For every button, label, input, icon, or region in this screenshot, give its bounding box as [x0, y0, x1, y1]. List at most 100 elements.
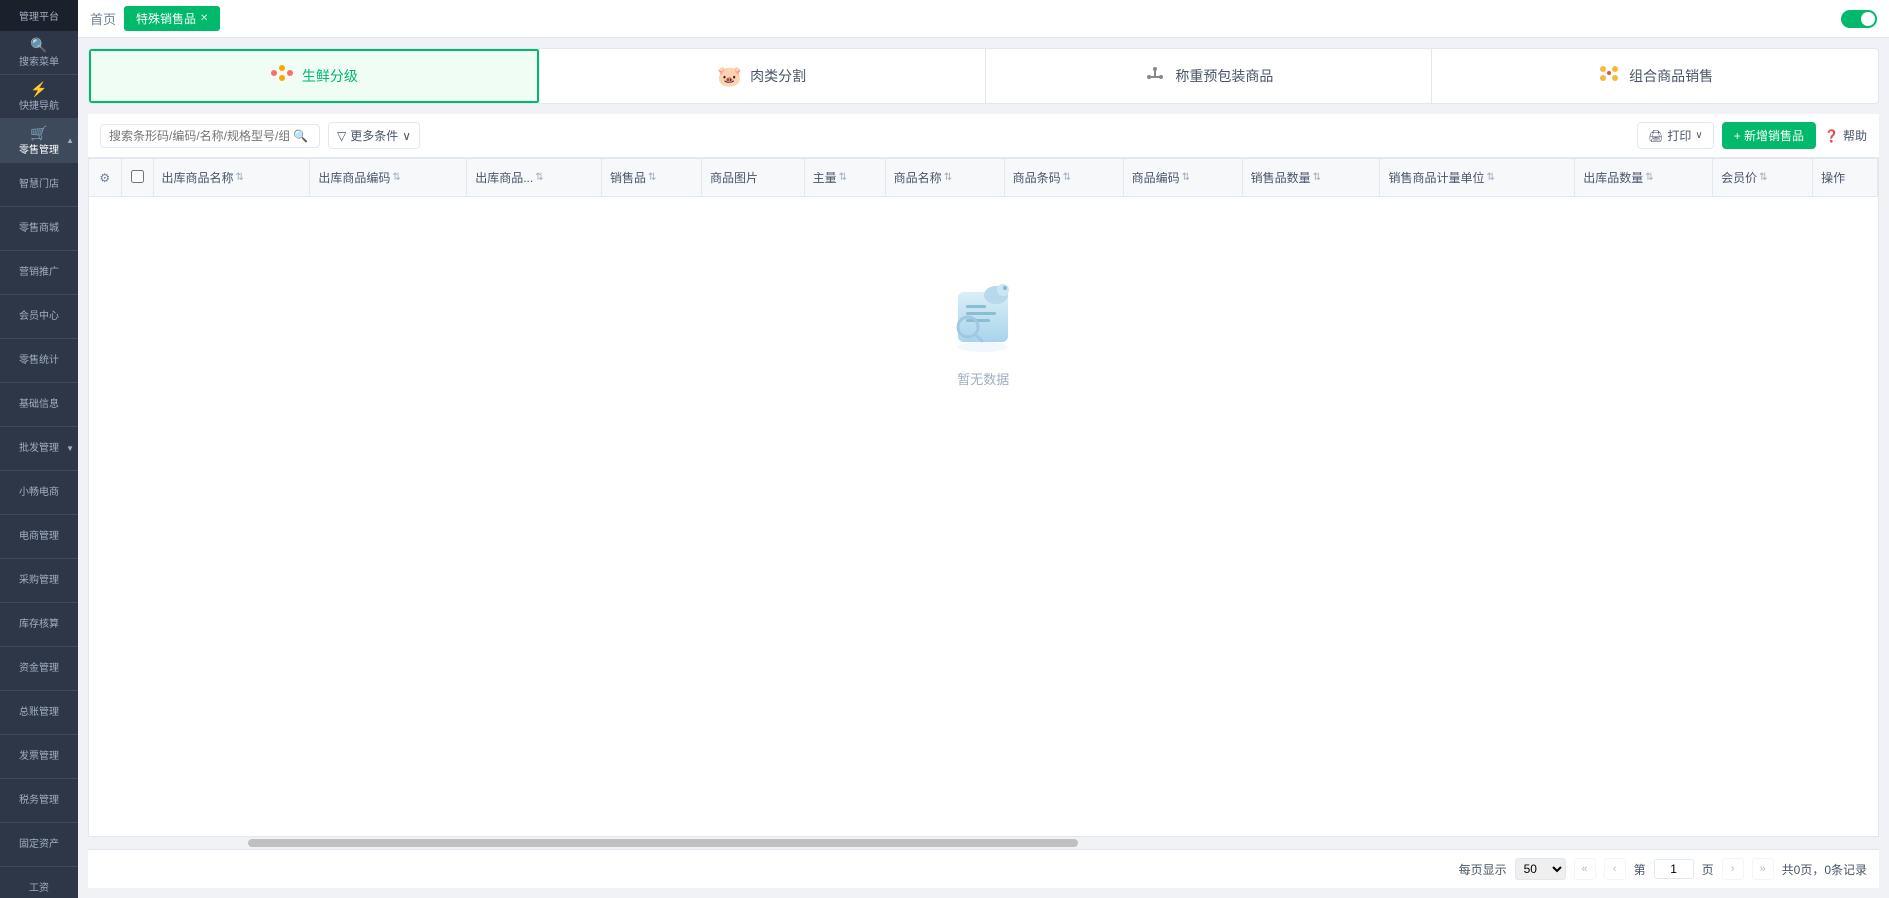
sidebar-item-search-menu[interactable]: 🔍 搜索菜单 [0, 31, 78, 75]
sidebar-item-fixed-assets[interactable]: 固定资产 [0, 823, 78, 867]
home-link[interactable]: 首页 [90, 9, 116, 28]
th-goods-code: 商品编码 ⇅ [1123, 159, 1242, 197]
sort-icon[interactable]: ⇅ [1759, 172, 1767, 183]
prev-page-button[interactable]: ‹ [1604, 858, 1626, 880]
add-sale-item-button[interactable]: + 新增销售品 [1722, 122, 1816, 149]
sort-icon[interactable]: ⇅ [1645, 172, 1653, 183]
sidebar-item-retail-mall[interactable]: 零售商城 [0, 207, 78, 251]
th-out-qty: 出库品数量 ⇅ [1575, 159, 1713, 197]
meat-cut-label: 肉类分割 [750, 66, 806, 86]
print-arrow-icon: ∨ [1695, 130, 1702, 141]
sort-icon[interactable]: ⇅ [535, 172, 543, 183]
last-page-button[interactable]: » [1752, 858, 1774, 880]
table-container: ⚙ 出库商品名称 ⇅ 出库商 [88, 158, 1879, 837]
th-sale-qty: 销售品数量 ⇅ [1242, 159, 1380, 197]
empty-text: 暂无数据 [957, 369, 1009, 388]
topbar: 首页 特殊销售品 ✕ [78, 0, 1889, 38]
topbar-right [1841, 10, 1877, 28]
th-settings[interactable]: ⚙ [89, 159, 121, 197]
empty-state-cell: 暂无数据 [89, 197, 1878, 469]
th-sale-goods: 销售品 ⇅ [601, 159, 701, 197]
tab-weigh-pack[interactable]: 称重预包装商品 [986, 49, 1433, 103]
toolbar: 🔍 ▽ 更多条件 ∨ 🖨 打印 ∨ + 新增销售品 ❓ 帮助 [88, 114, 1879, 158]
filter-button[interactable]: ▽ 更多条件 ∨ [328, 122, 420, 149]
empty-illustration [938, 277, 1028, 357]
toolbar-right: 🖨 打印 ∨ + 新增销售品 ❓ 帮助 [1637, 122, 1867, 149]
tab-fresh-grade[interactable]: 生鲜分级 [89, 49, 539, 103]
sidebar-item-wages[interactable]: 工资 [0, 867, 78, 898]
page-suffix: 页 [1702, 861, 1714, 878]
sidebar-item-retail-mgmt[interactable]: 🛒 零售管理 ▲ [0, 119, 78, 163]
th-goods-name: 商品名称 ⇅ [885, 159, 1004, 197]
scrollbar-thumb[interactable] [248, 839, 1078, 847]
sort-icon[interactable]: ⇅ [1313, 172, 1321, 183]
print-icon: 🖨 [1648, 129, 1663, 143]
help-button[interactable]: ❓ 帮助 [1824, 127, 1867, 144]
sidebar-item-invoice-mgmt[interactable]: 发票管理 [0, 735, 78, 779]
sidebar-item-ecom-mgmt[interactable]: 电商管理 [0, 515, 78, 559]
content-area: 生鲜分级 🐷 肉类分割 称重预包装商品 [78, 38, 1889, 898]
toggle-button[interactable] [1841, 10, 1877, 28]
page-input[interactable] [1654, 859, 1694, 879]
sort-icon[interactable]: ⇅ [236, 172, 244, 183]
print-button[interactable]: 🖨 打印 ∨ [1637, 122, 1714, 149]
sidebar-item-marketing[interactable]: 营销推广 [0, 251, 78, 295]
empty-state-row: 暂无数据 [89, 197, 1878, 469]
horizontal-scrollbar[interactable] [88, 837, 1879, 849]
first-page-icon: « [1582, 863, 1588, 875]
th-sale-unit: 销售商品计量单位 ⇅ [1380, 159, 1575, 197]
th-goods-barcode: 商品条码 ⇅ [1004, 159, 1123, 197]
sidebar-logo: 管理平台 [0, 0, 78, 31]
sidebar-item-smart-store[interactable]: 智慧门店 [0, 163, 78, 207]
select-all-checkbox[interactable] [131, 170, 144, 183]
fresh-grade-icon [270, 63, 294, 89]
sidebar-item-quick-nav[interactable]: ⚡ 快捷导航 [0, 75, 78, 119]
sidebar: 管理平台 🔍 搜索菜单 ⚡ 快捷导航 🛒 零售管理 ▲ 智慧门店 零售商城 营销… [0, 0, 78, 898]
table-settings-icon[interactable]: ⚙ [99, 171, 110, 185]
pagination: 每页显示 10 20 50 100 « ‹ 第 页 › » 共0页，0条记录 [88, 849, 1879, 888]
sidebar-item-retail-stats[interactable]: 零售统计 [0, 339, 78, 383]
next-page-button[interactable]: › [1722, 858, 1744, 880]
tab-label: 特殊销售品 [136, 10, 196, 27]
sort-icon[interactable]: ⇅ [648, 172, 656, 183]
first-page-button[interactable]: « [1574, 858, 1596, 880]
sidebar-item-tax-mgmt[interactable]: 税务管理 [0, 779, 78, 823]
search-input[interactable] [109, 129, 289, 143]
combo-label: 组合商品销售 [1629, 66, 1713, 86]
category-tabs: 生鲜分级 🐷 肉类分割 称重预包装商品 [88, 48, 1879, 104]
sort-icon[interactable]: ⇅ [839, 172, 847, 183]
help-icon: ❓ [1824, 129, 1839, 143]
sidebar-item-wholesale-mgmt[interactable]: 批发管理 ▼ [0, 427, 78, 471]
sidebar-item-general-ledger[interactable]: 总账管理 [0, 691, 78, 735]
sidebar-item-basic-info[interactable]: 基础信息 [0, 383, 78, 427]
data-table: ⚙ 出库商品名称 ⇅ 出库商 [89, 159, 1878, 468]
th-goods-image: 商品图片 [701, 159, 804, 197]
filter-icon: ▽ [337, 129, 346, 143]
sort-icon[interactable]: ⇅ [1063, 172, 1071, 183]
empty-state: 暂无数据 [89, 197, 1878, 468]
table-body: 暂无数据 [89, 197, 1878, 469]
close-tab-icon[interactable]: ✕ [200, 13, 208, 24]
sidebar-item-inventory[interactable]: 库存核算 [0, 603, 78, 647]
sidebar-item-finance[interactable]: 资金管理 [0, 647, 78, 691]
sort-icon[interactable]: ⇅ [1487, 172, 1495, 183]
table-header-row: ⚙ 出库商品名称 ⇅ 出库商 [89, 159, 1878, 197]
th-checkbox[interactable] [121, 159, 153, 197]
th-out-goods-info: 出库商品... ⇅ [467, 159, 602, 197]
sidebar-item-members[interactable]: 会员中心 [0, 295, 78, 339]
sort-icon[interactable]: ⇅ [392, 172, 400, 183]
tab-combo[interactable]: 组合商品销售 [1432, 49, 1878, 103]
search-icon: 🔍 [293, 129, 308, 143]
sort-icon[interactable]: ⇅ [944, 172, 952, 183]
current-tab[interactable]: 特殊销售品 ✕ [124, 6, 220, 31]
weigh-pack-icon [1143, 63, 1167, 89]
th-out-goods-name: 出库商品名称 ⇅ [153, 159, 310, 197]
sidebar-item-mini-ecom[interactable]: 小畅电商 [0, 471, 78, 515]
last-page-icon: » [1760, 863, 1766, 875]
search-box[interactable]: 🔍 [100, 124, 320, 148]
combo-icon [1597, 63, 1621, 89]
per-page-select[interactable]: 10 20 50 100 [1515, 858, 1566, 880]
tab-meat-cut[interactable]: 🐷 肉类分割 [539, 49, 986, 103]
sidebar-item-purchase-mgmt[interactable]: 采购管理 [0, 559, 78, 603]
sort-icon[interactable]: ⇅ [1182, 172, 1190, 183]
